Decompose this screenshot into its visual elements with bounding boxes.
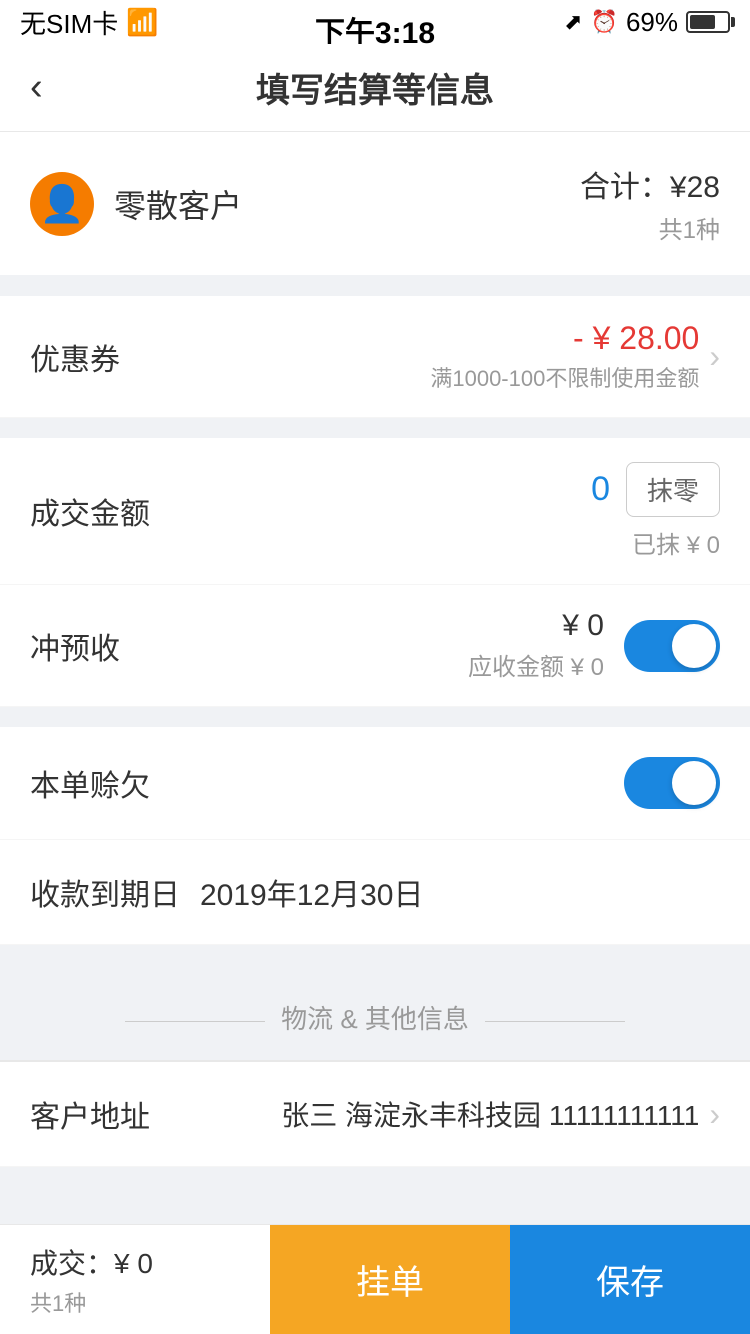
address-value: 张三 海淀永丰科技园 11111111111 [170,1094,699,1134]
chevron-right-icon: › [709,338,720,375]
round-zero-button[interactable]: 抹零 [626,462,720,517]
due-date-value: 2019年12月30日 [200,870,423,914]
logistics-header-text: 物流 & 其他信息 [109,999,641,1036]
avatar: 👤 [30,172,94,236]
alarm-icon: ⏰ [591,9,618,35]
amount-section: 成交金额 抹零 已抹 ¥ 0 [0,438,750,585]
status-bar: 无SIM卡 📶 下午3:18 ⬈ ⏰ 69% [0,0,750,44]
transaction-amount-row: 成交金额 抹零 已抹 ¥ 0 [0,438,750,585]
back-button[interactable]: ‹ [30,66,43,109]
section-divider-3 [0,707,750,727]
logistics-header: 物流 & 其他信息 [0,975,750,1060]
debt-label: 本单赊欠 [30,761,150,805]
status-right: ⬈ ⏰ 69% [564,7,730,38]
nav-bar: ‹ 填写结算等信息 [0,44,750,132]
coupon-label: 优惠券 [30,335,120,379]
coupon-value-col: - ¥ 28.00 满1000-100不限制使用金额 [430,320,699,393]
status-left: 无SIM卡 📶 [20,4,159,41]
prereceive-toggle[interactable] [624,620,720,672]
prereceive-label: 冲预收 [30,624,120,668]
coupon-amount: - ¥ 28.00 [430,320,699,357]
bottom-deal-amount: 成交：¥ 0 [30,1242,240,1282]
debt-toggle-knob [672,761,716,805]
due-date-row[interactable]: 收款到期日 2019年12月30日 [0,840,750,945]
coupon-desc: 满1000-100不限制使用金额 [430,361,699,393]
bottom-info: 成交：¥ 0 共1种 [0,1242,270,1318]
due-date-label: 收款到期日 [30,870,180,914]
save-button[interactable]: 保存 [510,1225,750,1334]
already-rounded-text: 已抹 ¥ 0 [632,525,720,560]
prereceive-amount: ¥ 0 [468,609,604,643]
customer-right: 合计：¥28 共1种 [580,162,720,245]
hold-button[interactable]: 挂单 [270,1225,510,1334]
no-sim-text: 无SIM卡 [20,4,118,41]
bottom-deal-count: 共1种 [30,1286,240,1318]
debt-row: 本单赊欠 [0,727,750,840]
total-count: 共1种 [580,210,720,245]
customer-name: 零散客户 [114,181,242,227]
coupon-row[interactable]: 优惠券 - ¥ 28.00 满1000-100不限制使用金额 › [0,296,750,418]
debt-toggle[interactable] [624,757,720,809]
transaction-amount-label: 成交金额 [30,489,150,533]
address-label: 客户地址 [30,1092,150,1136]
coupon-right: - ¥ 28.00 满1000-100不限制使用金额 › [430,320,720,393]
wifi-icon: 📶 [126,7,158,38]
bottom-bar: 成交：¥ 0 共1种 挂单 保存 [0,1224,750,1334]
amount-input[interactable] [530,470,610,509]
prereceive-right: ¥ 0 应收金额 ¥ 0 [468,609,720,682]
total-price: 合计：¥28 [580,162,720,206]
address-chevron-icon: › [709,1096,720,1133]
amount-input-wrap: 抹零 [530,462,720,517]
prereceive-row: 冲预收 ¥ 0 应收金额 ¥ 0 [0,585,750,707]
prereceive-value-col: ¥ 0 应收金额 ¥ 0 [468,609,604,682]
section-divider-2 [0,418,750,438]
avatar-icon: 👤 [40,183,85,225]
customer-row: 👤 零散客户 合计：¥28 共1种 [0,132,750,276]
battery-icon [686,11,730,33]
customer-left: 👤 零散客户 [30,172,242,236]
page-title: 填写结算等信息 [256,63,494,112]
toggle-knob [672,624,716,668]
section-divider-4 [0,945,750,975]
content-area: 👤 零散客户 合计：¥28 共1种 优惠券 - ¥ 28.00 满1000-10… [0,132,750,1287]
prereceive-sub: 应收金额 ¥ 0 [468,647,604,682]
address-row[interactable]: 客户地址 张三 海淀永丰科技园 11111111111 › [0,1062,750,1167]
section-divider-1 [0,276,750,296]
battery-percent: 69% [626,7,678,38]
location-icon: ⬈ [564,9,582,35]
